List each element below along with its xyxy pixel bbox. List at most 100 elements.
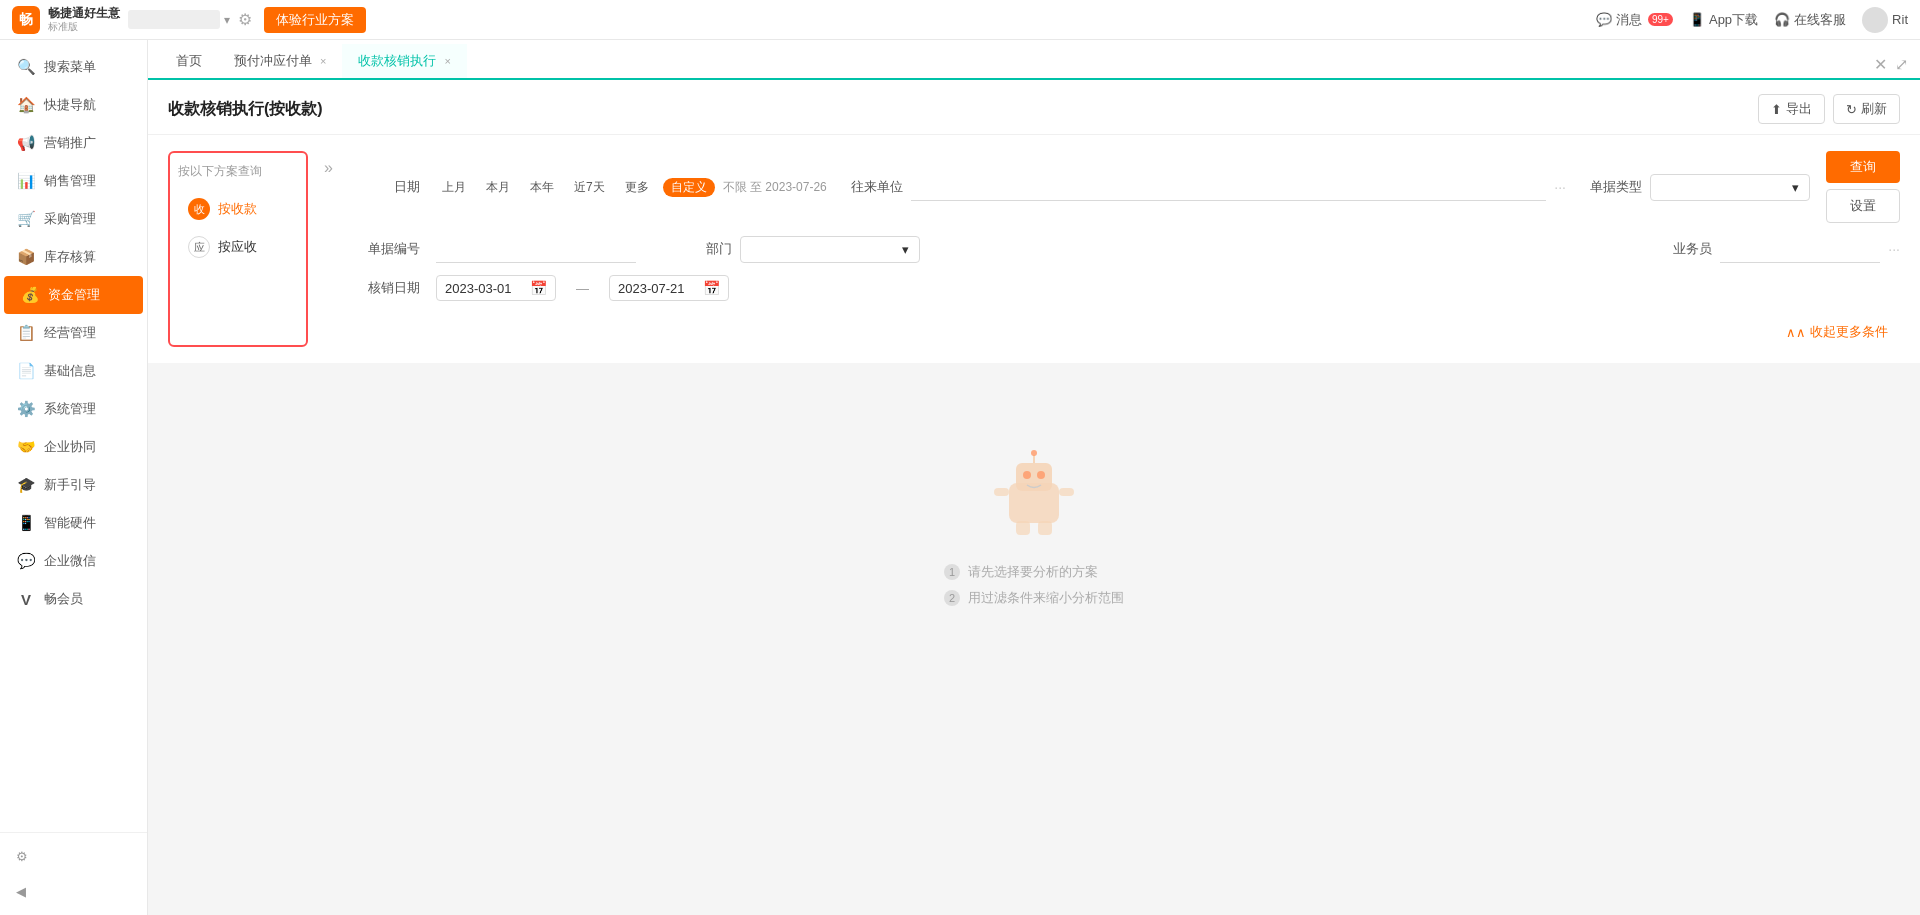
tab-receipt-cancel[interactable]: 收款核销执行 × bbox=[342, 44, 466, 80]
sidebar-item-inventory[interactable]: 📦 库存核算 bbox=[0, 238, 147, 276]
sidebar-item-hardware[interactable]: 📱 智能硬件 bbox=[0, 504, 147, 542]
counterpart-more-icon[interactable]: ··· bbox=[1554, 179, 1566, 195]
date-more[interactable]: 更多 bbox=[619, 177, 655, 198]
page-header: 收款核销执行(按收款) ⬆ 导出 ↻ 刷新 bbox=[148, 80, 1920, 135]
app-download-button[interactable]: 📱 App下载 bbox=[1689, 11, 1758, 29]
topbar: 畅 畅捷通好生意 标准版 ▾ ⚙ 体验行业方案 💬 消息 99+ 📱 App下载… bbox=[0, 0, 1920, 40]
tab-receipt-cancel-close[interactable]: × bbox=[444, 55, 450, 67]
dept-group: 部门 ▾ bbox=[692, 236, 1606, 263]
sidebar-item-finance[interactable]: 💰 资金管理 bbox=[4, 276, 143, 314]
staff-more-icon[interactable]: ··· bbox=[1888, 241, 1900, 257]
calendar-start-icon[interactable]: 📅 bbox=[530, 280, 547, 296]
sidebar-bottom: ⚙ ◀ bbox=[0, 832, 147, 915]
staff-input[interactable] bbox=[1720, 235, 1880, 263]
system-icon: ⚙️ bbox=[16, 400, 36, 418]
filter-collapse-button[interactable]: » bbox=[324, 151, 344, 347]
export-button[interactable]: ⬆ 导出 bbox=[1758, 94, 1825, 124]
tab-prepay-close[interactable]: × bbox=[320, 55, 326, 67]
doc-number-label: 单据编号 bbox=[360, 240, 420, 258]
filter-by-receivable[interactable]: 应 按应收 bbox=[178, 228, 298, 266]
tab-home[interactable]: 首页 bbox=[160, 44, 218, 80]
brand-version: 标准版 bbox=[48, 21, 120, 33]
guide-icon: 🎓 bbox=[16, 476, 36, 494]
receipt-icon: 收 bbox=[188, 198, 210, 220]
doc-type-select[interactable]: ▾ bbox=[1650, 174, 1810, 201]
date-last-month[interactable]: 上月 bbox=[436, 177, 472, 198]
empty-tip-1: 1 请先选择要分析的方案 bbox=[944, 563, 1124, 581]
sidebar: 🔍 搜索菜单 🏠 快捷导航 📢 营销推广 📊 销售管理 🛒 采购管理 📦 库存核… bbox=[0, 40, 148, 915]
messages-button[interactable]: 💬 消息 99+ bbox=[1596, 11, 1673, 29]
settings-icon[interactable]: ⚙ bbox=[238, 10, 252, 29]
cancel-date-start[interactable]: 2023-03-01 📅 bbox=[436, 275, 556, 301]
sidebar-item-operations[interactable]: 📋 经营管理 bbox=[0, 314, 147, 352]
sidebar-collapse-button[interactable]: ◀ bbox=[0, 876, 147, 907]
chevron-up-icon: ∧∧ bbox=[1786, 325, 1806, 340]
collapse-icon: ◀ bbox=[16, 884, 26, 899]
wechat-icon: 💬 bbox=[16, 552, 36, 570]
svg-rect-6 bbox=[1016, 521, 1030, 535]
sidebar-item-basic[interactable]: 📄 基础信息 bbox=[0, 352, 147, 390]
marketing-icon: 📢 bbox=[16, 134, 36, 152]
enterprise-icon: 🤝 bbox=[16, 438, 36, 456]
maximize-icon[interactable]: ⤢ bbox=[1895, 55, 1908, 74]
svg-point-2 bbox=[1023, 471, 1031, 479]
topbar-right: 💬 消息 99+ 📱 App下载 🎧 在线客服 Rit bbox=[1596, 7, 1908, 33]
date-this-month[interactable]: 本月 bbox=[480, 177, 516, 198]
sidebar-item-search[interactable]: 🔍 搜索菜单 bbox=[0, 48, 147, 86]
filter-row-1: 日期 上月 本月 本年 近7天 更多 自定义 不限 至 2023-07-26 往… bbox=[360, 151, 1900, 223]
dept-label: 部门 bbox=[692, 240, 732, 258]
sidebar-item-marketing[interactable]: 📢 营销推广 bbox=[0, 124, 147, 162]
sidebar-item-sales[interactable]: 📊 销售管理 bbox=[0, 162, 147, 200]
date-label: 日期 bbox=[360, 178, 420, 196]
sidebar-settings-button[interactable]: ⚙ bbox=[0, 841, 147, 872]
sidebar-item-quick-nav[interactable]: 🏠 快捷导航 bbox=[0, 86, 147, 124]
finance-icon: 💰 bbox=[20, 286, 40, 304]
tip-num-1: 1 bbox=[944, 564, 960, 580]
avatar bbox=[1862, 7, 1888, 33]
cancel-date-label: 核销日期 bbox=[360, 279, 420, 297]
dept-select[interactable]: ▾ bbox=[740, 236, 920, 263]
staff-label: 业务员 bbox=[1662, 240, 1712, 258]
counterpart-input[interactable] bbox=[911, 173, 1547, 201]
date-custom-badge[interactable]: 自定义 bbox=[663, 178, 715, 197]
sidebar-item-purchase[interactable]: 🛒 采购管理 bbox=[0, 200, 147, 238]
filter-row-3: 核销日期 2023-03-01 📅 — 2023-07-21 📅 bbox=[360, 275, 1900, 301]
messages-badge: 99+ bbox=[1648, 13, 1673, 26]
operations-icon: 📋 bbox=[16, 324, 36, 342]
user-menu[interactable]: Rit bbox=[1862, 7, 1908, 33]
empty-tips: 1 请先选择要分析的方案 2 用过滤条件来缩小分析范围 bbox=[944, 563, 1124, 607]
sidebar-item-system[interactable]: ⚙️ 系统管理 bbox=[0, 390, 147, 428]
search-icon: 🔍 bbox=[16, 58, 36, 76]
sidebar-item-guide[interactable]: 🎓 新手引导 bbox=[0, 466, 147, 504]
date-dash: — bbox=[572, 281, 593, 296]
close-tab-icon[interactable]: ✕ bbox=[1874, 55, 1887, 74]
refresh-button[interactable]: ↻ 刷新 bbox=[1833, 94, 1900, 124]
gear-icon: ⚙ bbox=[16, 849, 28, 864]
query-button[interactable]: 查询 bbox=[1826, 151, 1900, 183]
tab-prepay[interactable]: 预付冲应付单 × bbox=[218, 44, 342, 80]
main-content: 首页 预付冲应付单 × 收款核销执行 × ✕ ⤢ 收款核销执行(按收款) bbox=[148, 40, 1920, 915]
filter-by-receipt[interactable]: 收 按收款 bbox=[178, 190, 298, 228]
page-content: 收款核销执行(按收款) ⬆ 导出 ↻ 刷新 按以下方案查询 bbox=[148, 80, 1920, 915]
member-icon: V bbox=[16, 591, 36, 608]
home-icon: 🏠 bbox=[16, 96, 36, 114]
doc-number-input[interactable] bbox=[436, 235, 636, 263]
sidebar-item-member[interactable]: V 畅会员 bbox=[0, 580, 147, 618]
settings-button[interactable]: 设置 bbox=[1826, 189, 1900, 223]
chevron-down-icon: ▾ bbox=[224, 13, 230, 27]
svg-rect-7 bbox=[1038, 521, 1052, 535]
tabbar: 首页 预付冲应付单 × 收款核销执行 × ✕ ⤢ bbox=[148, 40, 1920, 80]
purchase-icon: 🛒 bbox=[16, 210, 36, 228]
cancel-date-end[interactable]: 2023-07-21 📅 bbox=[609, 275, 729, 301]
solution-button[interactable]: 体验行业方案 bbox=[264, 7, 366, 33]
more-conditions-button[interactable]: ∧∧ 收起更多条件 bbox=[1774, 317, 1900, 347]
sidebar-item-wechat[interactable]: 💬 企业微信 bbox=[0, 542, 147, 580]
sidebar-item-enterprise[interactable]: 🤝 企业协同 bbox=[0, 428, 147, 466]
calendar-end-icon[interactable]: 📅 bbox=[703, 280, 720, 296]
date-group: 上月 本月 本年 近7天 更多 自定义 不限 至 2023-07-26 bbox=[436, 177, 827, 198]
date-7days[interactable]: 近7天 bbox=[568, 177, 611, 198]
date-this-year[interactable]: 本年 bbox=[524, 177, 560, 198]
brand-name: 畅捷通好生意 bbox=[48, 6, 120, 20]
account-dropdown[interactable]: ▾ bbox=[128, 10, 230, 29]
online-service-button[interactable]: 🎧 在线客服 bbox=[1774, 11, 1846, 29]
